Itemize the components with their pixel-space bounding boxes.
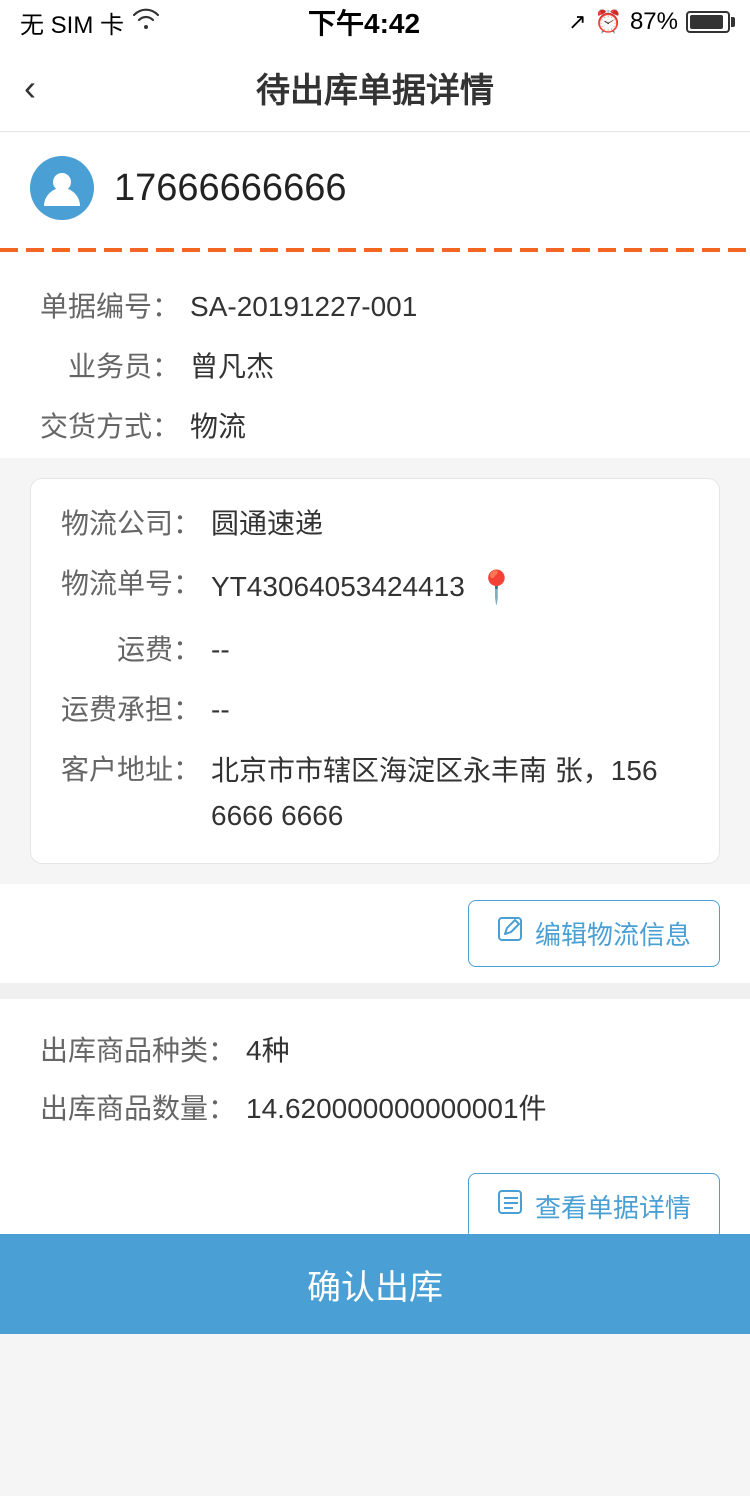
edit-icon bbox=[497, 916, 525, 951]
salesperson-value: 曾凡杰 bbox=[190, 346, 710, 388]
freight-bearer-row: 运费承担： -- bbox=[61, 689, 689, 731]
order-info-block: 单据编号： SA-20191227-001 业务员： 曾凡杰 交货方式： 物流 bbox=[0, 256, 750, 458]
customer-phone: 17666666666 bbox=[114, 167, 346, 210]
edit-btn-row: 编辑物流信息 bbox=[0, 884, 750, 983]
dashed-divider bbox=[0, 244, 750, 256]
view-details-label: 查看单据详情 bbox=[535, 1188, 691, 1225]
edit-logistics-label: 编辑物流信息 bbox=[535, 915, 691, 952]
company-value: 圆通速递 bbox=[211, 503, 689, 545]
battery-percent: 87% bbox=[630, 8, 678, 36]
tracking-row: 物流单号： YT43064053424413 📍 bbox=[61, 563, 689, 611]
status-left: 无 SIM 卡 bbox=[20, 5, 160, 40]
confirm-label: 确认出库 bbox=[307, 1260, 443, 1309]
freight-row: 运费： -- bbox=[61, 629, 689, 671]
address-value: 北京市市辖区海淀区永丰南 张，156 6666 6666 bbox=[211, 749, 689, 839]
goods-types-row: 出库商品种类： 4种 bbox=[40, 1029, 710, 1069]
address-label: 客户地址： bbox=[61, 749, 201, 791]
tracking-location-icon[interactable]: 📍 bbox=[477, 563, 517, 611]
status-right: ↗ ⏰ 87% bbox=[568, 8, 730, 36]
delivery-method-label: 交货方式： bbox=[40, 406, 180, 448]
customer-header: 17666666666 bbox=[0, 132, 750, 244]
order-no-label: 单据编号： bbox=[40, 286, 180, 328]
salesperson-label: 业务员： bbox=[40, 346, 180, 388]
gray-separator-1 bbox=[0, 983, 750, 999]
status-time: 下午4:42 bbox=[308, 2, 420, 42]
order-no-value: SA-20191227-001 bbox=[190, 286, 710, 328]
wifi-icon bbox=[132, 8, 160, 37]
goods-quantity-row: 出库商品数量： 14.620000000000001件 bbox=[40, 1087, 710, 1127]
address-row: 客户地址： 北京市市辖区海淀区永丰南 张，156 6666 6666 bbox=[61, 749, 689, 839]
location-status-icon: ↗ bbox=[568, 9, 586, 35]
company-row: 物流公司： 圆通速递 bbox=[61, 503, 689, 545]
alarm-icon: ⏰ bbox=[595, 9, 622, 35]
avatar bbox=[30, 156, 94, 220]
goods-quantity-label: 出库商品数量： bbox=[40, 1087, 236, 1127]
order-no-row: 单据编号： SA-20191227-001 bbox=[40, 286, 710, 328]
view-icon bbox=[497, 1189, 525, 1224]
freight-bearer-value: -- bbox=[211, 689, 689, 731]
confirm-button[interactable]: 确认出库 bbox=[0, 1234, 750, 1334]
battery-icon bbox=[686, 11, 730, 33]
logistics-card: 物流公司： 圆通速递 物流单号： YT43064053424413 📍 运费： … bbox=[30, 478, 720, 864]
status-bar: 无 SIM 卡 下午4:42 ↗ ⏰ 87% bbox=[0, 0, 750, 44]
edit-logistics-button[interactable]: 编辑物流信息 bbox=[468, 900, 720, 967]
tracking-label: 物流单号： bbox=[61, 563, 201, 605]
delivery-method-value: 物流 bbox=[190, 406, 710, 448]
goods-quantity-value: 14.620000000000001件 bbox=[246, 1087, 547, 1127]
carrier-label: 无 SIM 卡 bbox=[20, 5, 124, 40]
view-details-button[interactable]: 查看单据详情 bbox=[468, 1173, 720, 1240]
salesperson-row: 业务员： 曾凡杰 bbox=[40, 346, 710, 388]
nav-bar: ‹ 待出库单据详情 bbox=[0, 44, 750, 132]
goods-types-label: 出库商品种类： bbox=[40, 1029, 236, 1069]
freight-value: -- bbox=[211, 629, 689, 671]
tracking-value: YT43064053424413 📍 bbox=[211, 563, 689, 611]
company-label: 物流公司： bbox=[61, 503, 201, 545]
page-title: 待出库单据详情 bbox=[256, 63, 494, 112]
delivery-method-row: 交货方式： 物流 bbox=[40, 406, 710, 448]
goods-types-value: 4种 bbox=[246, 1029, 290, 1069]
freight-bearer-label: 运费承担： bbox=[61, 689, 201, 731]
goods-section: 出库商品种类： 4种 出库商品数量： 14.620000000000001件 bbox=[0, 999, 750, 1157]
freight-label: 运费： bbox=[61, 629, 201, 671]
back-button[interactable]: ‹ bbox=[24, 67, 36, 109]
